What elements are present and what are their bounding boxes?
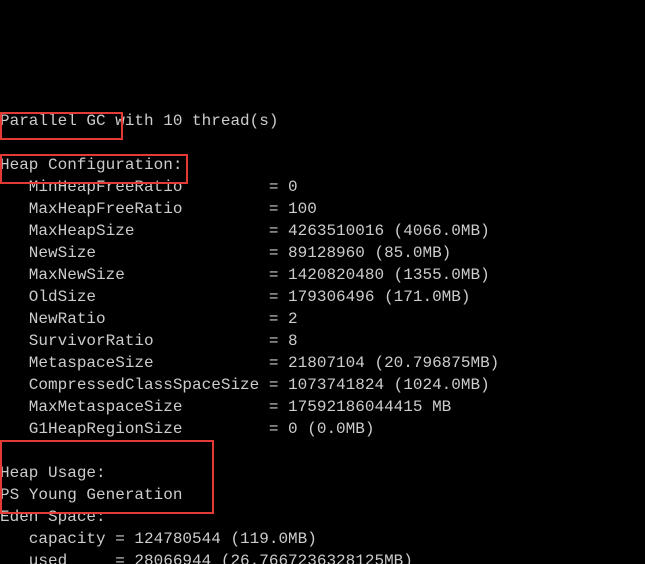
heap-configuration-header: Heap Configuration: — [0, 156, 182, 174]
heap-cfg-line: MinHeapFreeRatio = 0 — [0, 178, 298, 196]
heap-cfg-line: NewRatio = 2 — [0, 310, 298, 328]
terminal-output: Parallel GC with 10 thread(s) Heap Confi… — [0, 110, 645, 564]
heap-cfg-line: MaxHeapSize = 4263510016 (4066.0MB) — [0, 222, 490, 240]
eden-line: used = 28066944 (26.7667236328125MB) — [0, 552, 413, 564]
ps-young-gen-header: PS Young Generation — [0, 486, 182, 504]
heap-cfg-line: MetaspaceSize = 21807104 (20.796875MB) — [0, 354, 499, 372]
heap-cfg-line: NewSize = 89128960 (85.0MB) — [0, 244, 451, 262]
heap-cfg-line: SurvivorRatio = 8 — [0, 332, 298, 350]
gc-type-text: Parallel GC — [0, 112, 106, 130]
eden-line: capacity = 124780544 (119.0MB) — [0, 530, 317, 548]
heap-cfg-line: G1HeapRegionSize = 0 (0.0MB) — [0, 420, 374, 438]
gc-threads-text: with 10 thread(s) — [106, 112, 279, 130]
heap-cfg-line: OldSize = 179306496 (171.0MB) — [0, 288, 470, 306]
heap-cfg-line: MaxNewSize = 1420820480 (1355.0MB) — [0, 266, 490, 284]
eden-space-header: Eden Space: — [0, 508, 106, 526]
heap-usage-header: Heap Usage: — [0, 464, 106, 482]
heap-cfg-line: MaxHeapFreeRatio = 100 — [0, 200, 317, 218]
heap-cfg-line: MaxMetaspaceSize = 17592186044415 MB — [0, 398, 451, 416]
heap-cfg-line: CompressedClassSpaceSize = 1073741824 (1… — [0, 376, 490, 394]
